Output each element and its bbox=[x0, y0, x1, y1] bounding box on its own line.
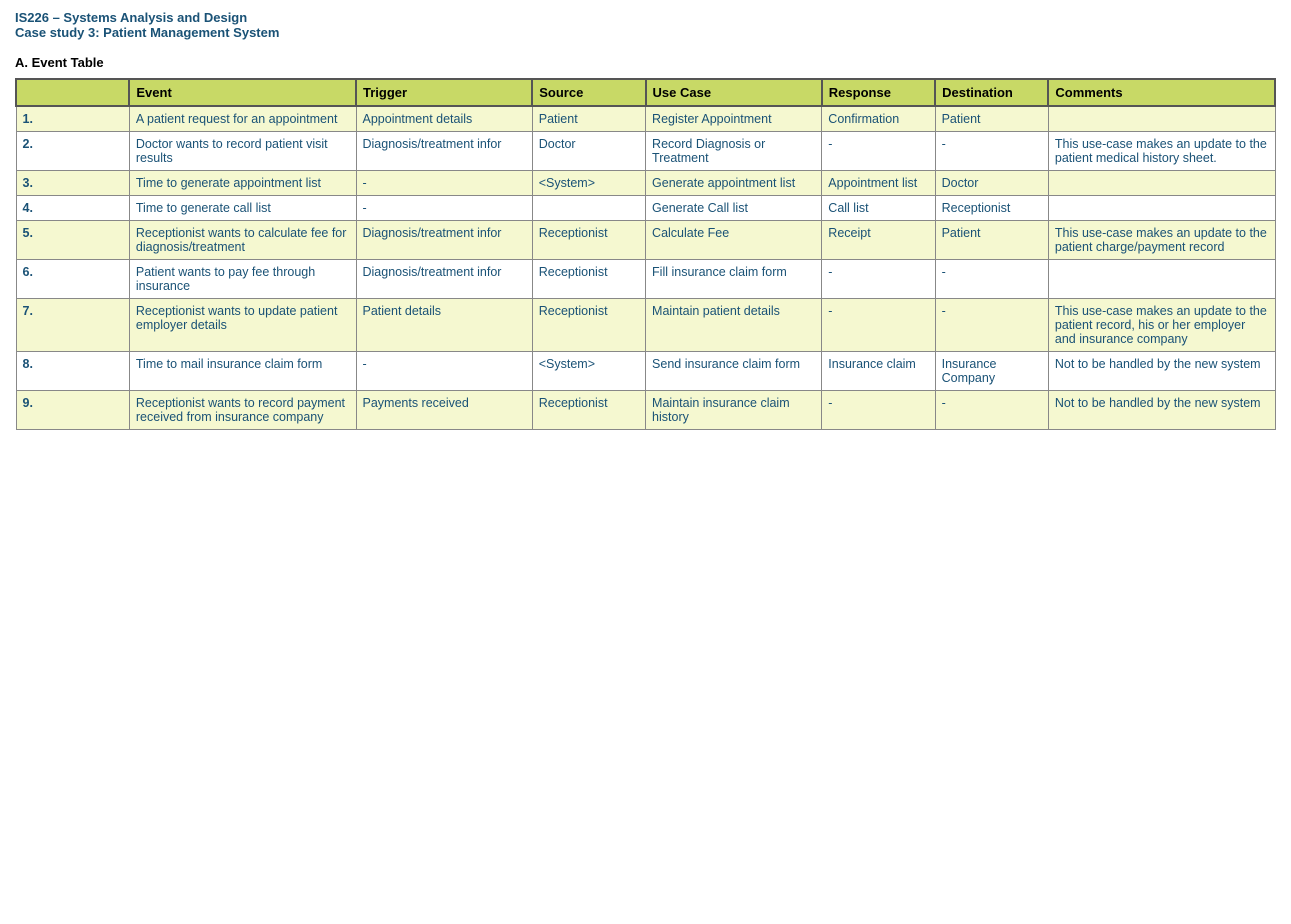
cell-num: 1. bbox=[16, 106, 129, 132]
cell-usecase: Maintain patient details bbox=[646, 299, 822, 352]
cell-num: 2. bbox=[16, 132, 129, 171]
cell-dest: Patient bbox=[935, 221, 1048, 260]
cell-comments bbox=[1048, 196, 1275, 221]
cell-event: Time to mail insurance claim form bbox=[129, 352, 356, 391]
cell-comments: This use-case makes an update to the pat… bbox=[1048, 299, 1275, 352]
cell-trigger: - bbox=[356, 352, 532, 391]
cell-source: Receptionist bbox=[532, 299, 645, 352]
cell-source: Doctor bbox=[532, 132, 645, 171]
cell-event: Receptionist wants to update patient emp… bbox=[129, 299, 356, 352]
cell-source: Receptionist bbox=[532, 260, 645, 299]
cell-response: - bbox=[822, 391, 935, 430]
col-header-source: Source bbox=[532, 79, 645, 106]
table-row: 1.A patient request for an appointmentAp… bbox=[16, 106, 1275, 132]
cell-dest: Patient bbox=[935, 106, 1048, 132]
cell-trigger: Appointment details bbox=[356, 106, 532, 132]
col-header-event: Event bbox=[129, 79, 356, 106]
cell-usecase: Generate Call list bbox=[646, 196, 822, 221]
cell-usecase: Maintain insurance claim history bbox=[646, 391, 822, 430]
cell-num: 6. bbox=[16, 260, 129, 299]
cell-dest: - bbox=[935, 132, 1048, 171]
cell-usecase: Calculate Fee bbox=[646, 221, 822, 260]
cell-trigger: Diagnosis/treatment infor bbox=[356, 132, 532, 171]
cell-usecase: Fill insurance claim form bbox=[646, 260, 822, 299]
cell-response: - bbox=[822, 260, 935, 299]
cell-response: Confirmation bbox=[822, 106, 935, 132]
cell-num: 7. bbox=[16, 299, 129, 352]
cell-dest: Receptionist bbox=[935, 196, 1048, 221]
cell-source: Patient bbox=[532, 106, 645, 132]
cell-source: Receptionist bbox=[532, 221, 645, 260]
cell-num: 8. bbox=[16, 352, 129, 391]
title-line1: IS226 – Systems Analysis and Design bbox=[15, 10, 1276, 25]
cell-event: Time to generate appointment list bbox=[129, 171, 356, 196]
col-header-num bbox=[16, 79, 129, 106]
cell-dest: Doctor bbox=[935, 171, 1048, 196]
cell-num: 5. bbox=[16, 221, 129, 260]
col-header-usecase: Use Case bbox=[646, 79, 822, 106]
cell-dest: - bbox=[935, 260, 1048, 299]
title-line2: Case study 3: Patient Management System bbox=[15, 25, 1276, 40]
table-row: 4.Time to generate call list- Generate Ca… bbox=[16, 196, 1275, 221]
cell-usecase: Generate appointment list bbox=[646, 171, 822, 196]
cell-usecase: Register Appointment bbox=[646, 106, 822, 132]
cell-event: Receptionist wants to record payment rec… bbox=[129, 391, 356, 430]
cell-num: 9. bbox=[16, 391, 129, 430]
cell-event: Receptionist wants to calculate fee for … bbox=[129, 221, 356, 260]
cell-trigger: Diagnosis/treatment infor bbox=[356, 260, 532, 299]
cell-trigger: Payments received bbox=[356, 391, 532, 430]
table-row: 6.Patient wants to pay fee through insur… bbox=[16, 260, 1275, 299]
cell-num: 3. bbox=[16, 171, 129, 196]
cell-response: - bbox=[822, 132, 935, 171]
cell-event: Patient wants to pay fee through insuran… bbox=[129, 260, 356, 299]
cell-comments bbox=[1048, 171, 1275, 196]
cell-event: Doctor wants to record patient visit res… bbox=[129, 132, 356, 171]
table-row: 8.Time to mail insurance claim form-<Sys… bbox=[16, 352, 1275, 391]
cell-event: A patient request for an appointment bbox=[129, 106, 356, 132]
col-header-comments: Comments bbox=[1048, 79, 1275, 106]
cell-comments bbox=[1048, 260, 1275, 299]
cell-comments: Not to be handled by the new system bbox=[1048, 352, 1275, 391]
cell-dest: Insurance Company bbox=[935, 352, 1048, 391]
cell-source bbox=[532, 196, 645, 221]
cell-response: Receipt bbox=[822, 221, 935, 260]
table-row: 2.Doctor wants to record patient visit r… bbox=[16, 132, 1275, 171]
cell-trigger: - bbox=[356, 196, 532, 221]
cell-comments: This use-case makes an update to the pat… bbox=[1048, 221, 1275, 260]
event-table: Event Trigger Source Use Case Response D… bbox=[15, 78, 1276, 430]
col-header-response: Response bbox=[822, 79, 935, 106]
cell-comments: Not to be handled by the new system bbox=[1048, 391, 1275, 430]
cell-response: Call list bbox=[822, 196, 935, 221]
cell-dest: - bbox=[935, 299, 1048, 352]
cell-source: <System> bbox=[532, 171, 645, 196]
cell-dest: - bbox=[935, 391, 1048, 430]
cell-source: Receptionist bbox=[532, 391, 645, 430]
cell-trigger: - bbox=[356, 171, 532, 196]
cell-response: - bbox=[822, 299, 935, 352]
cell-comments: This use-case makes an update to the pat… bbox=[1048, 132, 1275, 171]
cell-event: Time to generate call list bbox=[129, 196, 356, 221]
col-header-destination: Destination bbox=[935, 79, 1048, 106]
cell-num: 4. bbox=[16, 196, 129, 221]
cell-response: Appointment list bbox=[822, 171, 935, 196]
page-header: IS226 – Systems Analysis and Design Case… bbox=[15, 10, 1276, 40]
table-row: 3.Time to generate appointment list-<Sys… bbox=[16, 171, 1275, 196]
cell-response: Insurance claim bbox=[822, 352, 935, 391]
section-title: A. Event Table bbox=[15, 55, 1276, 70]
cell-source: <System> bbox=[532, 352, 645, 391]
cell-usecase: Record Diagnosis or Treatment bbox=[646, 132, 822, 171]
table-row: 9.Receptionist wants to record payment r… bbox=[16, 391, 1275, 430]
table-row: 7.Receptionist wants to update patient e… bbox=[16, 299, 1275, 352]
table-row: 5.Receptionist wants to calculate fee fo… bbox=[16, 221, 1275, 260]
cell-comments bbox=[1048, 106, 1275, 132]
col-header-trigger: Trigger bbox=[356, 79, 532, 106]
cell-trigger: Diagnosis/treatment infor bbox=[356, 221, 532, 260]
cell-trigger: Patient details bbox=[356, 299, 532, 352]
cell-usecase: Send insurance claim form bbox=[646, 352, 822, 391]
table-header-row: Event Trigger Source Use Case Response D… bbox=[16, 79, 1275, 106]
